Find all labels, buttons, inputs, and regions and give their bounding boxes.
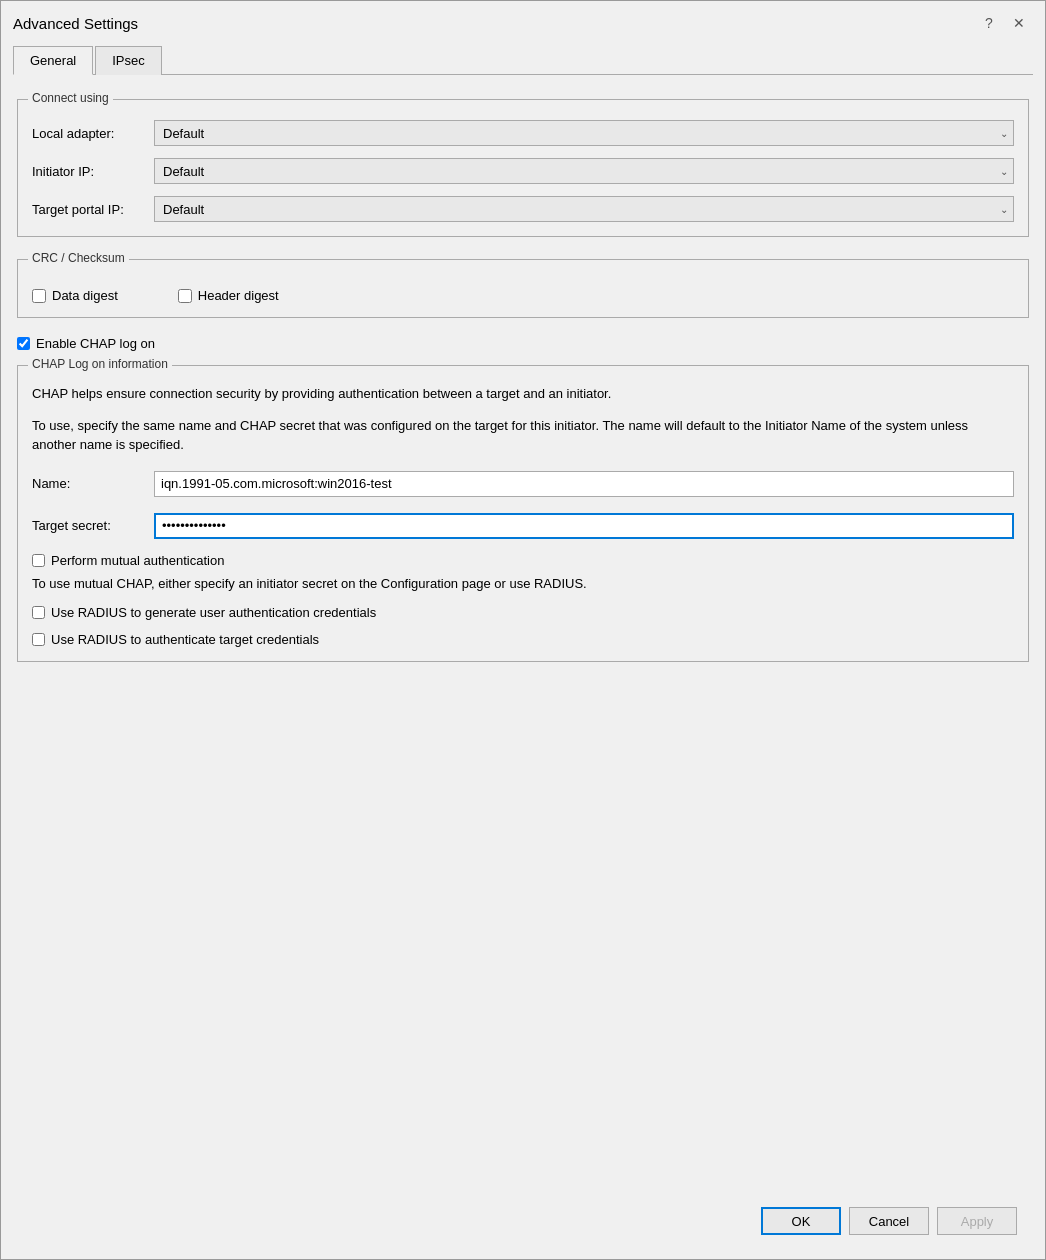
chap-name-input[interactable]	[154, 471, 1014, 497]
tab-ipsec[interactable]: IPsec	[95, 46, 162, 75]
dialog-body: General IPsec Connect using Local adapte…	[1, 41, 1045, 1259]
mutual-auth-description: To use mutual CHAP, either specify an in…	[32, 574, 1014, 594]
header-digest-label: Header digest	[198, 288, 279, 303]
chap-name-label: Name:	[32, 476, 142, 491]
chap-logon-group: CHAP Log on information CHAP helps ensur…	[17, 365, 1029, 662]
mutual-auth-row: Perform mutual authentication	[32, 553, 1014, 568]
data-digest-row: Data digest	[32, 288, 118, 303]
local-adapter-row: Local adapter: Default ⌄	[32, 120, 1014, 146]
close-button[interactable]: ✕	[1005, 9, 1033, 37]
enable-chap-checkbox[interactable]	[17, 337, 30, 350]
apply-button[interactable]: Apply	[937, 1207, 1017, 1235]
initiator-ip-row: Initiator IP: Default ⌄	[32, 158, 1014, 184]
mutual-auth-checkbox[interactable]	[32, 554, 45, 567]
enable-chap-label: Enable CHAP log on	[36, 336, 155, 351]
mutual-auth-label: Perform mutual authentication	[51, 553, 224, 568]
chap-description-2: To use, specify the same name and CHAP s…	[32, 416, 1014, 455]
header-digest-row: Header digest	[178, 288, 279, 303]
initiator-ip-select[interactable]: Default	[154, 158, 1014, 184]
crc-checksum-group: CRC / Checksum Data digest Header digest	[17, 259, 1029, 318]
header-digest-checkbox[interactable]	[178, 289, 192, 303]
enable-chap-row: Enable CHAP log on	[17, 336, 1029, 351]
radius-generate-checkbox[interactable]	[32, 606, 45, 619]
crc-row: Data digest Header digest	[32, 278, 1014, 303]
ok-button[interactable]: OK	[761, 1207, 841, 1235]
target-secret-input[interactable]	[154, 513, 1014, 539]
data-digest-label: Data digest	[52, 288, 118, 303]
radius-generate-label: Use RADIUS to generate user authenticati…	[51, 605, 376, 620]
connect-using-legend: Connect using	[28, 91, 113, 105]
chap-description-1: CHAP helps ensure connection security by…	[32, 384, 1014, 404]
target-secret-label: Target secret:	[32, 518, 142, 533]
target-portal-ip-select[interactable]: Default	[154, 196, 1014, 222]
initiator-ip-label: Initiator IP:	[32, 164, 142, 179]
data-digest-checkbox[interactable]	[32, 289, 46, 303]
target-portal-ip-row: Target portal IP: Default ⌄	[32, 196, 1014, 222]
title-bar: Advanced Settings ? ✕	[1, 1, 1045, 41]
target-portal-ip-label: Target portal IP:	[32, 202, 142, 217]
chap-name-row: Name:	[32, 471, 1014, 497]
advanced-settings-dialog: Advanced Settings ? ✕ General IPsec Conn…	[0, 0, 1046, 1260]
radius-generate-row: Use RADIUS to generate user authenticati…	[32, 605, 1014, 620]
title-bar-left: Advanced Settings	[13, 15, 138, 32]
chap-legend: CHAP Log on information	[28, 357, 172, 371]
local-adapter-select[interactable]: Default	[154, 120, 1014, 146]
tab-general[interactable]: General	[13, 46, 93, 75]
radius-authenticate-checkbox[interactable]	[32, 633, 45, 646]
local-adapter-label: Local adapter:	[32, 126, 142, 141]
target-secret-row: Target secret:	[32, 513, 1014, 539]
crc-legend: CRC / Checksum	[28, 251, 129, 265]
dialog-footer: OK Cancel Apply	[13, 1195, 1033, 1247]
tabs-container: General IPsec	[13, 41, 1033, 75]
target-portal-ip-select-wrapper: Default ⌄	[154, 196, 1014, 222]
tab-content-general: Connect using Local adapter: Default ⌄ I…	[13, 75, 1033, 1195]
connect-using-group: Connect using Local adapter: Default ⌄ I…	[17, 99, 1029, 237]
radius-authenticate-label: Use RADIUS to authenticate target creden…	[51, 632, 319, 647]
cancel-button[interactable]: Cancel	[849, 1207, 929, 1235]
title-bar-right: ? ✕	[975, 9, 1033, 37]
radius-authenticate-row: Use RADIUS to authenticate target creden…	[32, 632, 1014, 647]
dialog-title: Advanced Settings	[13, 15, 138, 32]
help-button[interactable]: ?	[975, 9, 1003, 37]
initiator-ip-select-wrapper: Default ⌄	[154, 158, 1014, 184]
local-adapter-select-wrapper: Default ⌄	[154, 120, 1014, 146]
